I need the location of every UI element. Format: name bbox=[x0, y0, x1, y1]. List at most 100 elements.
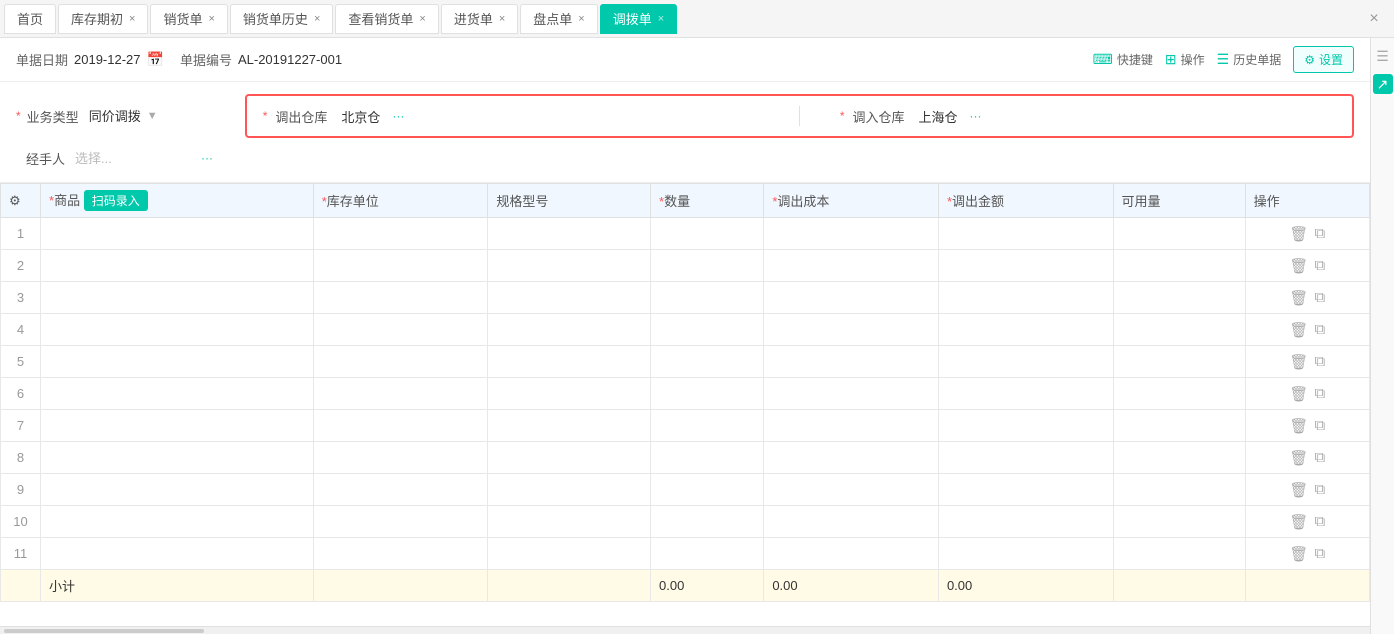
cell-available-10[interactable] bbox=[1113, 506, 1245, 538]
cell-qty-9[interactable] bbox=[651, 474, 764, 506]
tab-view-sales[interactable]: 查看销货单 × bbox=[335, 4, 438, 34]
delete-icon-1[interactable]: 🗑 bbox=[1289, 225, 1308, 243]
tab-purchase-order[interactable]: 进货单 × bbox=[441, 4, 518, 34]
cell-product-7[interactable] bbox=[41, 410, 314, 442]
cell-unit-6[interactable] bbox=[313, 378, 488, 410]
copy-icon-8[interactable]: ⧉ bbox=[1314, 449, 1325, 466]
cell-amount-2[interactable] bbox=[938, 250, 1113, 282]
cell-cost-4[interactable] bbox=[764, 314, 939, 346]
cell-available-5[interactable] bbox=[1113, 346, 1245, 378]
cell-available-2[interactable] bbox=[1113, 250, 1245, 282]
copy-icon-5[interactable]: ⧉ bbox=[1314, 353, 1325, 370]
transfer-in-more-button[interactable]: ··· bbox=[966, 109, 986, 123]
tab-inventory-check-close[interactable]: × bbox=[578, 13, 584, 25]
copy-icon-9[interactable]: ⧉ bbox=[1314, 481, 1325, 498]
delete-icon-2[interactable]: 🗑 bbox=[1289, 257, 1308, 275]
tab-sales-history[interactable]: 销货单历史 × bbox=[230, 4, 333, 34]
operations-action[interactable]: ⊞ 操作 bbox=[1165, 51, 1205, 68]
cell-spec-10[interactable] bbox=[488, 506, 651, 538]
cell-amount-3[interactable] bbox=[938, 282, 1113, 314]
delete-icon-3[interactable]: 🗑 bbox=[1289, 289, 1308, 307]
cell-spec-2[interactable] bbox=[488, 250, 651, 282]
tab-view-sales-close[interactable]: × bbox=[419, 13, 425, 25]
cell-product-1[interactable] bbox=[41, 218, 314, 250]
history-action[interactable]: ☰ 历史单据 bbox=[1217, 51, 1282, 68]
cell-spec-9[interactable] bbox=[488, 474, 651, 506]
scroll-thumb[interactable] bbox=[4, 629, 204, 633]
cell-qty-3[interactable] bbox=[651, 282, 764, 314]
cell-amount-8[interactable] bbox=[938, 442, 1113, 474]
cell-cost-5[interactable] bbox=[764, 346, 939, 378]
cell-available-1[interactable] bbox=[1113, 218, 1245, 250]
tab-sales-order[interactable]: 销货单 × bbox=[150, 4, 227, 34]
cell-cost-9[interactable] bbox=[764, 474, 939, 506]
shortcuts-action[interactable]: ⌨ 快捷键 bbox=[1093, 51, 1153, 68]
cell-cost-10[interactable] bbox=[764, 506, 939, 538]
cell-spec-8[interactable] bbox=[488, 442, 651, 474]
cell-unit-10[interactable] bbox=[313, 506, 488, 538]
cell-product-2[interactable] bbox=[41, 250, 314, 282]
tab-sales-history-close[interactable]: × bbox=[314, 13, 320, 25]
tab-inventory-init-close[interactable]: × bbox=[129, 13, 135, 25]
cell-spec-3[interactable] bbox=[488, 282, 651, 314]
delete-icon-6[interactable]: 🗑 bbox=[1289, 385, 1308, 403]
cell-unit-3[interactable] bbox=[313, 282, 488, 314]
cell-spec-4[interactable] bbox=[488, 314, 651, 346]
tab-transfer-order[interactable]: 调拨单 × bbox=[600, 4, 677, 34]
transfer-in-value[interactable]: 上海仓 bbox=[919, 107, 958, 126]
sidebar-list-icon[interactable]: ☰ bbox=[1373, 46, 1393, 66]
cell-product-6[interactable] bbox=[41, 378, 314, 410]
cell-qty-1[interactable] bbox=[651, 218, 764, 250]
cell-product-10[interactable] bbox=[41, 506, 314, 538]
cell-cost-3[interactable] bbox=[764, 282, 939, 314]
copy-icon-7[interactable]: ⧉ bbox=[1314, 417, 1325, 434]
cell-available-6[interactable] bbox=[1113, 378, 1245, 410]
cell-available-7[interactable] bbox=[1113, 410, 1245, 442]
cell-qty-4[interactable] bbox=[651, 314, 764, 346]
copy-icon-10[interactable]: ⧉ bbox=[1314, 513, 1325, 530]
copy-icon-1[interactable]: ⧉ bbox=[1314, 225, 1325, 242]
window-close-button[interactable]: × bbox=[1358, 3, 1390, 35]
copy-icon-6[interactable]: ⧉ bbox=[1314, 385, 1325, 402]
cell-spec-6[interactable] bbox=[488, 378, 651, 410]
copy-icon-2[interactable]: ⧉ bbox=[1314, 257, 1325, 274]
tab-purchase-order-close[interactable]: × bbox=[499, 13, 505, 25]
sidebar-export-icon[interactable]: ↗ bbox=[1373, 74, 1393, 94]
cell-qty-5[interactable] bbox=[651, 346, 764, 378]
cell-available-4[interactable] bbox=[1113, 314, 1245, 346]
horizontal-scrollbar[interactable] bbox=[0, 626, 1370, 634]
cell-unit-2[interactable] bbox=[313, 250, 488, 282]
calendar-icon[interactable]: 📅 bbox=[147, 51, 164, 68]
cell-spec-1[interactable] bbox=[488, 218, 651, 250]
col-header-gear[interactable]: ⚙ bbox=[1, 184, 41, 218]
tab-inventory-check[interactable]: 盘点单 × bbox=[520, 4, 597, 34]
cell-product-9[interactable] bbox=[41, 474, 314, 506]
cell-amount-6[interactable] bbox=[938, 378, 1113, 410]
cell-amount-7[interactable] bbox=[938, 410, 1113, 442]
delete-icon-5[interactable]: 🗑 bbox=[1289, 353, 1308, 371]
delete-icon-10[interactable]: 🗑 bbox=[1289, 513, 1308, 531]
tab-sales-order-close[interactable]: × bbox=[208, 13, 214, 25]
cell-cost-7[interactable] bbox=[764, 410, 939, 442]
delete-icon-8[interactable]: 🗑 bbox=[1289, 449, 1308, 467]
cell-amount-5[interactable] bbox=[938, 346, 1113, 378]
transfer-out-more-button[interactable]: ··· bbox=[388, 109, 408, 123]
handler-input[interactable]: 选择... bbox=[71, 146, 191, 170]
cell-available-9[interactable] bbox=[1113, 474, 1245, 506]
cell-qty-8[interactable] bbox=[651, 442, 764, 474]
cell-available-8[interactable] bbox=[1113, 442, 1245, 474]
cell-unit-9[interactable] bbox=[313, 474, 488, 506]
business-type-input[interactable]: 同价调拨 ▼ bbox=[85, 104, 205, 128]
date-value[interactable]: 2019-12-27 bbox=[74, 52, 141, 67]
cell-amount-10[interactable] bbox=[938, 506, 1113, 538]
handler-more-button[interactable]: ··· bbox=[197, 151, 217, 165]
cell-available-3[interactable] bbox=[1113, 282, 1245, 314]
cell-qty-10[interactable] bbox=[651, 506, 764, 538]
cell-cost-6[interactable] bbox=[764, 378, 939, 410]
cell-product-3[interactable] bbox=[41, 282, 314, 314]
tab-inventory-init[interactable]: 库存期初 × bbox=[58, 4, 148, 34]
delete-icon-4[interactable]: 🗑 bbox=[1289, 321, 1308, 339]
tab-transfer-order-close[interactable]: × bbox=[658, 13, 664, 25]
settings-button[interactable]: ⚙ 设置 bbox=[1293, 46, 1354, 73]
cell-unit-1[interactable] bbox=[313, 218, 488, 250]
